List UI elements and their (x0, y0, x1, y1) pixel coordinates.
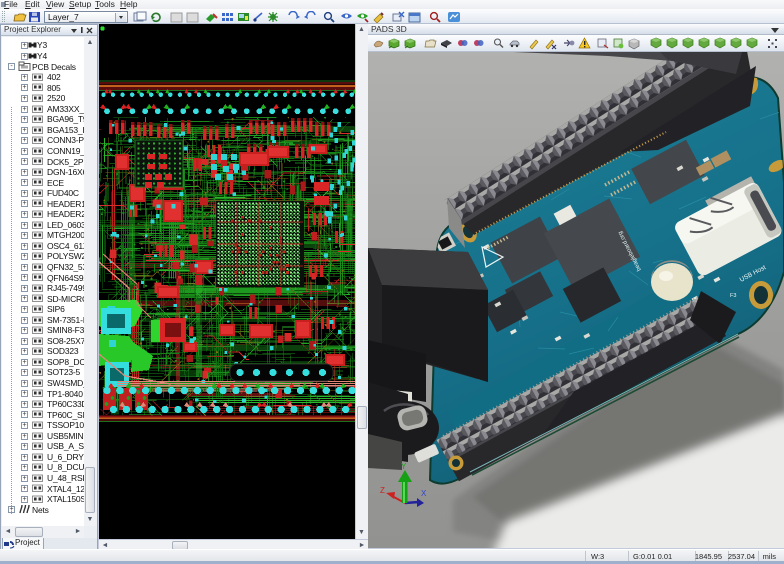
svg-text:Y: Y (401, 462, 407, 471)
svg-text:F3: F3 (730, 293, 736, 299)
svg-text:X: X (421, 489, 427, 498)
svg-text:Z: Z (380, 486, 385, 495)
